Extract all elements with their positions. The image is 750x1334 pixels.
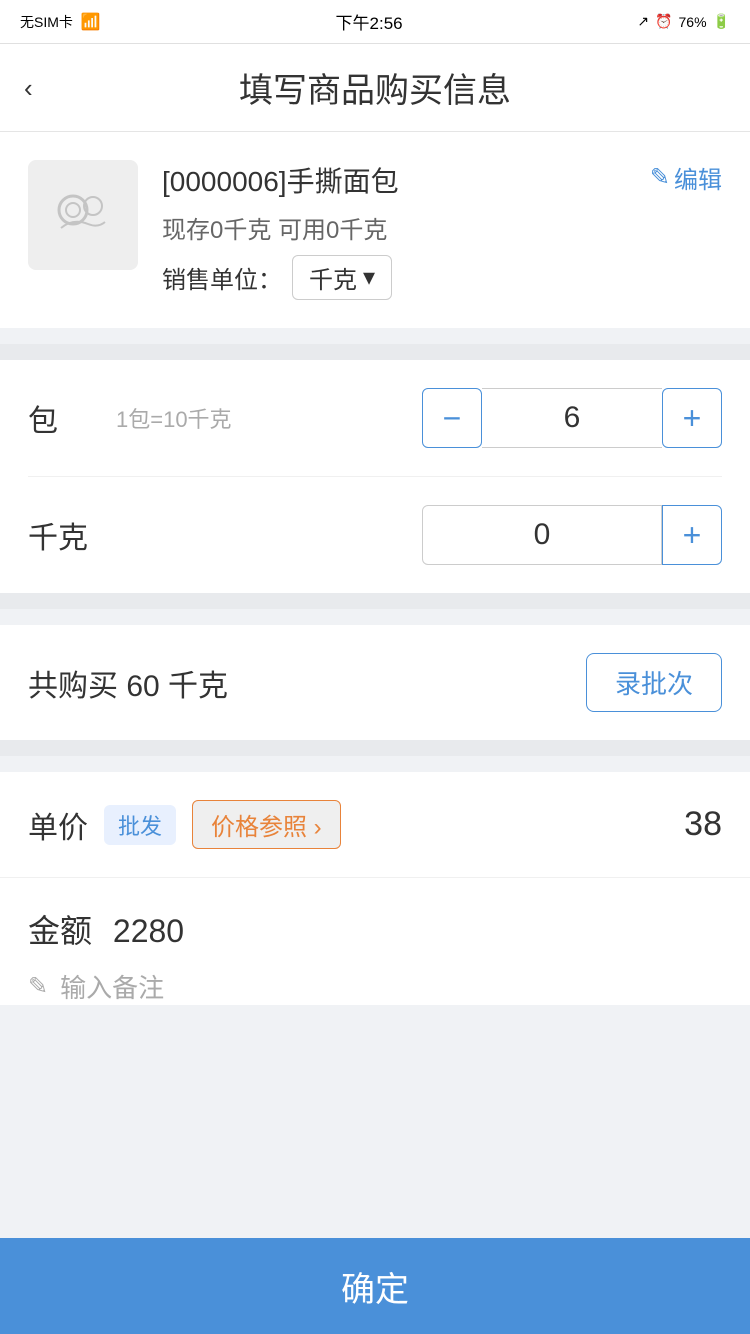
- status-bar: 无SIM卡 📶 下午2:56 ↗ ⏰ 76% 🔋: [0, 0, 750, 44]
- alarm-icon: ⏰: [655, 13, 672, 30]
- location-icon: ↗: [637, 13, 649, 30]
- kg-input[interactable]: [422, 505, 662, 565]
- section-separator-1: [0, 344, 750, 360]
- status-carrier: 无SIM卡 📶: [20, 12, 101, 32]
- status-right: ↗ ⏰ 76% 🔋: [637, 13, 730, 30]
- price-section: 单价 批发 价格参照 › 38: [0, 772, 750, 877]
- main-content: [0000006]手撕面包 ✎ 编辑 现存0千克 可用0千克 销售单位： 千克 …: [0, 132, 750, 1125]
- bao-minus-button[interactable]: −: [422, 388, 482, 448]
- status-time: 下午2:56: [336, 9, 403, 34]
- kg-controls: +: [422, 505, 722, 565]
- product-name: [0000006]手撕面包: [162, 160, 399, 200]
- battery-level: 76%: [679, 14, 707, 30]
- confirm-button[interactable]: 确定: [0, 1238, 750, 1334]
- amount-section: 金额 2280 ✎ 输入备注: [0, 877, 750, 1005]
- price-value: 38: [684, 805, 722, 844]
- bao-plus-button[interactable]: +: [662, 388, 722, 448]
- product-card: [0000006]手撕面包 ✎ 编辑 现存0千克 可用0千克 销售单位： 千克 …: [0, 132, 750, 328]
- battery-icon: 🔋: [713, 13, 730, 30]
- unit-selector[interactable]: 千克 ▾: [292, 255, 392, 300]
- product-image: [28, 160, 138, 270]
- input-section: 包 1包=10千克 − + 千克 +: [0, 360, 750, 593]
- kg-input-row: 千克 +: [28, 477, 722, 593]
- batch-button[interactable]: 录批次: [586, 653, 722, 712]
- bottom-spacer: [0, 1005, 750, 1125]
- chevron-down-icon: ▾: [363, 263, 375, 292]
- product-info: [0000006]手撕面包 ✎ 编辑 现存0千克 可用0千克 销售单位： 千克 …: [162, 160, 722, 300]
- bao-label: 包: [28, 396, 108, 440]
- price-tag: 批发: [104, 805, 176, 845]
- edit-button[interactable]: ✎ 编辑: [650, 160, 722, 195]
- summary-section: 共购买 60 千克 录批次: [0, 625, 750, 740]
- bao-input-row: 包 1包=10千克 − +: [28, 360, 722, 477]
- amount-value: 2280: [113, 913, 184, 949]
- nav-bar: ‹ 填写商品购买信息: [0, 44, 750, 132]
- section-separator-2: [0, 593, 750, 609]
- edit-icon: ✎: [650, 163, 670, 192]
- price-label: 单价: [28, 803, 88, 847]
- kg-plus-button[interactable]: +: [662, 505, 722, 565]
- bao-input[interactable]: [482, 388, 662, 448]
- pencil-icon: ✎: [28, 972, 48, 1001]
- product-name-row: [0000006]手撕面包 ✎ 编辑: [162, 160, 722, 200]
- amount-row: 金额 2280: [28, 906, 722, 952]
- product-unit-row: 销售单位： 千克 ▾: [162, 255, 722, 300]
- wifi-icon: 📶: [81, 12, 101, 32]
- kg-label: 千克: [28, 513, 108, 557]
- product-stock: 现存0千克 可用0千克: [162, 210, 722, 245]
- bao-controls: − +: [422, 388, 722, 448]
- bao-hint: 1包=10千克: [116, 402, 422, 434]
- note-placeholder: 输入备注: [60, 968, 164, 1005]
- section-separator-3: [0, 740, 750, 756]
- summary-text: 共购买 60 千克: [28, 661, 228, 705]
- page-title: 填写商品购买信息: [239, 63, 511, 112]
- back-button[interactable]: ‹: [24, 75, 33, 101]
- unit-label: 销售单位：: [162, 260, 282, 295]
- note-row[interactable]: ✎ 输入备注: [28, 968, 722, 1005]
- price-ref-button[interactable]: 价格参照 ›: [192, 800, 341, 849]
